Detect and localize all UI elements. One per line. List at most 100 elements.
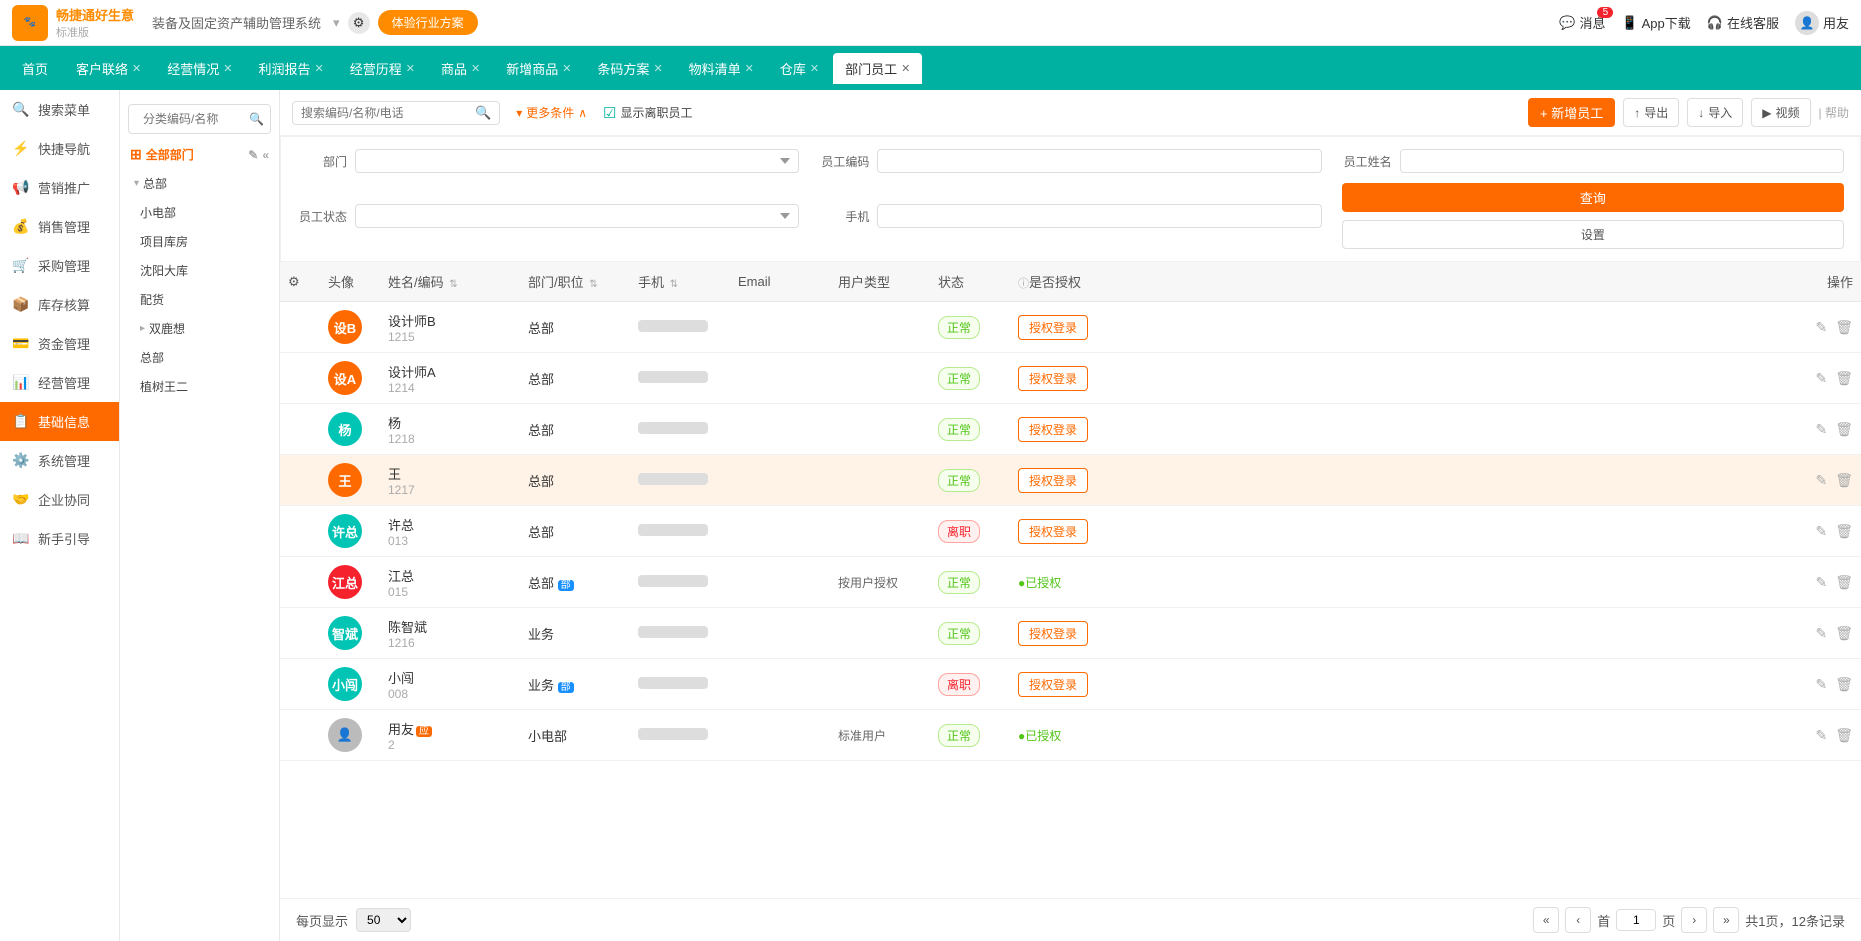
sidebar-item-system[interactable]: ⚙️ 系统管理 (0, 441, 119, 480)
delete-icon[interactable]: 🗑 (1835, 676, 1853, 693)
add-employee-btn[interactable]: + 新增员工 (1528, 98, 1615, 127)
page-input[interactable] (1616, 909, 1656, 931)
sidebar-item-operation[interactable]: 📊 经营管理 (0, 363, 119, 402)
import-btn[interactable]: ↓ 导入 (1687, 98, 1743, 127)
tab-close-icon[interactable]: ✕ (315, 62, 324, 75)
auth-btn[interactable]: 授权登录 (1018, 417, 1088, 442)
col-phone[interactable]: 手机 ⇅ (630, 262, 730, 302)
dept-item-shuanglu[interactable]: ▸ 双鹿想 (120, 314, 279, 343)
tab-employee[interactable]: 部门员工 ✕ (833, 53, 922, 84)
all-dept-header[interactable]: ⊞ 全部部门 ✎ « (120, 140, 279, 169)
edit-icon[interactable]: ✎ (1815, 421, 1827, 438)
auth-btn[interactable]: 授权登录 (1018, 519, 1088, 544)
edit-icon[interactable]: ✎ (1815, 676, 1827, 693)
tab-operation[interactable]: 经营情况 ✕ (155, 53, 244, 84)
view-btn[interactable]: ▶ 视频 (1751, 98, 1810, 127)
delete-icon[interactable]: 🗑 (1835, 625, 1853, 642)
tab-close-icon[interactable]: ✕ (562, 62, 571, 75)
next-page-btn[interactable]: › (1681, 907, 1707, 933)
delete-icon[interactable]: 🗑 (1835, 421, 1853, 438)
checkbox-icon[interactable]: ☑ (603, 104, 616, 122)
online-service-btn[interactable]: 🎧 在线客服 (1707, 13, 1779, 32)
tab-home[interactable]: 首页 (8, 53, 62, 84)
sidebar-item-sales[interactable]: 💰 销售管理 (0, 207, 119, 246)
delete-icon[interactable]: 🗑 (1835, 727, 1853, 744)
auth-btn[interactable]: 授权登录 (1018, 468, 1088, 493)
tab-close-icon[interactable]: ✕ (745, 62, 754, 75)
page-size-select[interactable]: 50 20 100 (356, 908, 411, 932)
dept-search-input[interactable] (135, 108, 245, 130)
sidebar-item-marketing[interactable]: 📢 营销推广 (0, 168, 119, 207)
tab-addgoods[interactable]: 新增商品 ✕ (494, 53, 583, 84)
tab-close-icon[interactable]: ✕ (132, 62, 141, 75)
sidebar-item-purchase[interactable]: 🛒 采购管理 (0, 246, 119, 285)
edit-icon[interactable]: ✎ (1815, 523, 1827, 540)
trial-btn[interactable]: 体验行业方案 (378, 10, 478, 35)
edit-dept-icon[interactable]: ✎ (248, 148, 258, 162)
col-dept[interactable]: 部门/职位 ⇅ (520, 262, 630, 302)
collapse-icon[interactable]: « (262, 148, 269, 162)
dept-item-headquarters[interactable]: 总部 (120, 343, 279, 372)
delete-icon[interactable]: 🗑 (1835, 319, 1853, 336)
sidebar-item-shortcuts[interactable]: ⚡ 快捷导航 (0, 129, 119, 168)
delete-icon[interactable]: 🗑 (1835, 523, 1853, 540)
sidebar-item-collab[interactable]: 🤝 企业协同 (0, 480, 119, 519)
col-name[interactable]: 姓名/编码 ⇅ (380, 262, 520, 302)
tab-goods[interactable]: 商品 ✕ (429, 53, 492, 84)
tab-customer[interactable]: 客户联络 ✕ (64, 53, 153, 84)
more-filter-btn[interactable]: ▾ 更多条件 ∧ (508, 100, 595, 125)
query-btn[interactable]: 查询 (1342, 183, 1844, 212)
col-settings[interactable]: ⚙ (280, 262, 320, 302)
help-btn[interactable]: | 帮助 (1819, 104, 1849, 121)
delete-icon[interactable]: 🗑 (1835, 370, 1853, 387)
empname-input[interactable] (1400, 149, 1844, 173)
tab-warehouse[interactable]: 仓库 ✕ (768, 53, 831, 84)
tab-close-icon[interactable]: ✕ (406, 62, 415, 75)
auth-btn[interactable]: 授权登录 (1018, 366, 1088, 391)
sidebar-item-inventory[interactable]: 📦 库存核算 (0, 285, 119, 324)
dept-item-shenyang[interactable]: 沈阳大库 (120, 256, 279, 285)
search-icon[interactable]: 🔍 (475, 105, 491, 121)
show-resign-check[interactable]: ☑ 显示离职员工 (603, 104, 692, 122)
tab-close-icon[interactable]: ✕ (901, 62, 910, 75)
tab-profit[interactable]: 利润报告 ✕ (246, 53, 335, 84)
sidebar-item-finance[interactable]: 💳 资金管理 (0, 324, 119, 363)
tab-close-icon[interactable]: ✕ (471, 62, 480, 75)
app-download-btn[interactable]: 📱 App下载 (1621, 13, 1690, 32)
search-input[interactable] (301, 106, 471, 120)
reset-btn[interactable]: 设置 (1342, 220, 1844, 249)
tab-close-icon[interactable]: ✕ (653, 62, 662, 75)
edit-icon[interactable]: ✎ (1815, 319, 1827, 336)
delete-icon[interactable]: 🗑 (1835, 472, 1853, 489)
message-btn[interactable]: 💬 消息 5 (1559, 13, 1605, 32)
tab-close-icon[interactable]: ✕ (223, 62, 232, 75)
edit-icon[interactable]: ✎ (1815, 472, 1827, 489)
tab-barcode[interactable]: 条码方案 ✕ (585, 53, 674, 84)
edit-icon[interactable]: ✎ (1815, 625, 1827, 642)
empcode-input[interactable] (877, 149, 1321, 173)
export-btn[interactable]: ↑ 导出 (1623, 98, 1679, 127)
settings-gear-icon[interactable]: ⚙ (348, 12, 370, 34)
system-title-chevron[interactable]: ▾ (333, 15, 340, 31)
delete-icon[interactable]: 🗑 (1835, 574, 1853, 591)
auth-btn[interactable]: 授权登录 (1018, 672, 1088, 697)
prev-page-btn[interactable]: ‹ (1565, 907, 1591, 933)
dept-item-project[interactable]: 项目库房 (120, 227, 279, 256)
dept-item-xiao-dian[interactable]: 小电部 (120, 198, 279, 227)
edit-icon[interactable]: ✎ (1815, 370, 1827, 387)
sidebar-item-guide[interactable]: 📖 新手引导 (0, 519, 119, 558)
last-page-btn[interactable]: » (1713, 907, 1739, 933)
dept-select[interactable] (355, 149, 799, 173)
dept-root-header[interactable]: ▾ 总部 (120, 169, 279, 198)
tab-close-icon[interactable]: ✕ (810, 62, 819, 75)
sidebar-item-search[interactable]: 🔍 搜索菜单 (0, 90, 119, 129)
dept-item-distribution[interactable]: 配货 (120, 285, 279, 314)
phone-input[interactable] (877, 204, 1321, 228)
edit-icon[interactable]: ✎ (1815, 574, 1827, 591)
status-select[interactable] (355, 204, 799, 228)
tab-history[interactable]: 经营历程 ✕ (338, 53, 427, 84)
user-avatar[interactable]: 👤 用友 (1795, 11, 1849, 35)
dept-item-zhishu[interactable]: 植树王二 (120, 372, 279, 401)
auth-btn[interactable]: 授权登录 (1018, 621, 1088, 646)
auth-btn[interactable]: 授权登录 (1018, 315, 1088, 340)
